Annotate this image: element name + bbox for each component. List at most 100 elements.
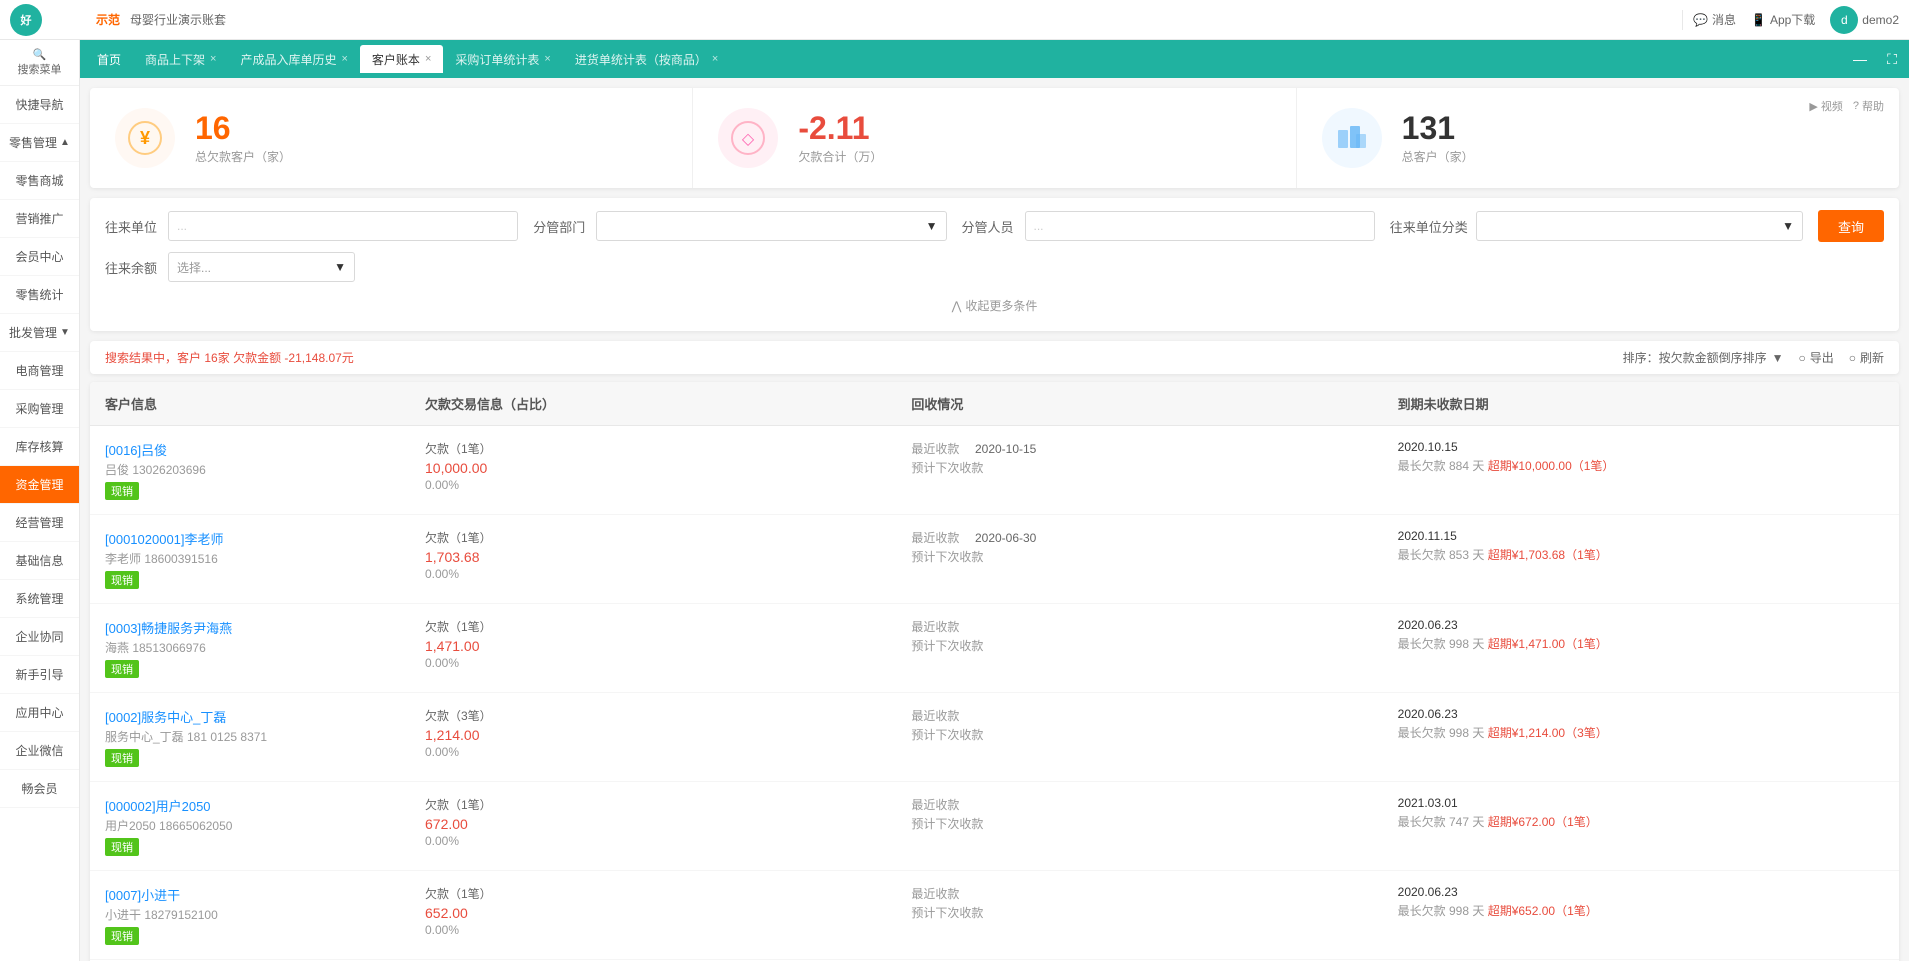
tab-close-products[interactable]: × [210, 53, 216, 65]
header-collection: 回收情况 [911, 392, 1397, 415]
tab-actions: — ⛶ [1848, 47, 1904, 71]
cell-overdue: 2020.06.23 最长欠款 998 天 超期¥1,471.00（1笔） [1398, 616, 1884, 654]
customer-phone: 李老师 18600391516 [105, 550, 425, 567]
customer-name-link[interactable]: [000002]用户2050 [105, 796, 425, 815]
message-btn[interactable]: 💬 消息 [1693, 11, 1736, 28]
tab-bar: 首页 商品上下架 × 产成品入库单历史 × 客户账本 × 采购订单统计表 × [80, 40, 1909, 78]
sidebar-item-batch-mgmt[interactable]: 批发管理 ▼ [0, 314, 79, 352]
chevron-down-icon: ▼ [1772, 351, 1784, 365]
help-link[interactable]: ? 帮助 [1853, 98, 1884, 114]
from-unit-input[interactable]: ... [168, 211, 518, 241]
cell-collection: 最近收款 预计下次收款 [911, 705, 1397, 745]
sidebar-item-system[interactable]: 系统管理 [0, 580, 79, 618]
stats-row: ¥ 16 总欠款客户（家） ◇ [90, 88, 1899, 188]
sidebar-item-basic[interactable]: 基础信息 [0, 542, 79, 580]
sidebar-item-wxwork[interactable]: 企业微信 [0, 732, 79, 770]
person-input[interactable]: ... [1025, 211, 1375, 241]
sidebar-item-retail-mgmt[interactable]: 零售管理 ▲ [0, 124, 79, 162]
export-btn[interactable]: ○ 导出 [1798, 349, 1833, 366]
logo-icon: 好 [10, 4, 42, 36]
stat-info-debt-customers: 16 总欠款客户（家） [195, 112, 291, 165]
sidebar-item-purchase[interactable]: 采购管理 [0, 390, 79, 428]
tab-home[interactable]: 首页 [85, 45, 133, 73]
collapse-btn[interactable]: ⋀ 收起更多条件 [952, 297, 1038, 314]
collection-latest: 最近收款 2020-10-15 [911, 440, 1397, 457]
collection-latest: 最近收款 2020-06-30 [911, 529, 1397, 546]
top-right: 💬 消息 📱 App下载 d demo2 [1693, 6, 1899, 34]
tab-purchase-order[interactable]: 采购订单统计表 × [443, 45, 562, 73]
customer-tag: 现销 [105, 927, 139, 945]
customer-name-link[interactable]: [0003]畅捷服务尹海燕 [105, 618, 425, 637]
sidebar-item-vip[interactable]: 畅会员 [0, 770, 79, 808]
tab-production[interactable]: 产成品入库单历史 × [228, 45, 359, 73]
filter-dept: 分管部门 ▼ [533, 211, 946, 241]
debt-amount-icon: ◇ [718, 108, 778, 168]
dept-select[interactable]: ▼ [596, 211, 946, 241]
tab-expand-btn[interactable]: ⛶ [1880, 47, 1904, 71]
sidebar-item-ecommerce[interactable]: 电商管理 [0, 352, 79, 390]
sidebar-item-inventory[interactable]: 库存核算 [0, 428, 79, 466]
debt-amount: 1,214.00 [425, 727, 911, 743]
stat-info-total-customers: 131 总客户（家） [1402, 112, 1474, 165]
top-bar: 好 示范 母婴行业演示账套 💬 消息 📱 App下载 d demo2 [0, 0, 1909, 40]
customer-name-link[interactable]: [0007]小进干 [105, 885, 425, 904]
content-area: 首页 商品上下架 × 产成品入库单历史 × 客户账本 × 采购订单统计表 × [80, 40, 1909, 961]
tab-minimize-btn[interactable]: — [1848, 47, 1872, 71]
cell-customer-info: [0003]畅捷服务尹海燕 海燕 18513066976 现销 [105, 616, 425, 680]
tab-close-customer-ledger[interactable]: × [425, 53, 431, 65]
sidebar-item-finance[interactable]: 资金管理 [0, 466, 79, 504]
cell-debt-info: 欠款（1笔） 652.00 0.00% [425, 883, 911, 939]
overdue-amount-link[interactable]: 超期¥1,703.68（1笔） [1488, 548, 1608, 562]
refresh-btn[interactable]: ○ 刷新 [1849, 349, 1884, 366]
sidebar-item-retail-mall[interactable]: 零售商城 [0, 162, 79, 200]
overdue-amount-link[interactable]: 超期¥1,471.00（1笔） [1488, 637, 1608, 651]
sidebar-item-member[interactable]: 会员中心 [0, 238, 79, 276]
debt-ratio: 0.00% [425, 745, 911, 759]
customer-phone: 用户2050 18665062050 [105, 817, 425, 834]
sidebar-item-apps[interactable]: 应用中心 [0, 694, 79, 732]
tab-customer-ledger[interactable]: 客户账本 × [360, 45, 443, 73]
tab-close-production[interactable]: × [341, 53, 347, 65]
debt-amount: 1,471.00 [425, 638, 911, 654]
tab-products[interactable]: 商品上下架 × [133, 45, 228, 73]
results-bar: 搜索结果中，客户 16家 欠款金额 -21,148.07元 排序：按欠款金额倒序… [90, 341, 1899, 374]
debt-customers-number: 16 [195, 112, 291, 144]
overdue-days: 最长欠款 998 天 超期¥1,214.00（3笔） [1398, 724, 1884, 741]
total-customers-icon [1322, 108, 1382, 168]
customer-name-link[interactable]: [0002]服务中心_丁磊 [105, 707, 425, 726]
sort-select[interactable]: 排序：按欠款金额倒序排序 ▼ [1623, 349, 1784, 366]
customer-name-link[interactable]: [0001020001]李老师 [105, 529, 425, 548]
debt-ratio: 0.00% [425, 656, 911, 670]
overdue-amount-link[interactable]: 超期¥672.00（1笔） [1488, 815, 1598, 829]
customer-name-link[interactable]: [0016]吕俊 [105, 440, 425, 459]
sidebar-item-marketing[interactable]: 营销推广 [0, 200, 79, 238]
collection-latest: 最近收款 [911, 618, 1397, 635]
customer-phone: 服务中心_丁磊 181 0125 8371 [105, 728, 425, 745]
sidebar-item-newbie[interactable]: 新手引导 [0, 656, 79, 694]
results-info: 搜索结果中，客户 16家 欠款金额 -21,148.07元 [105, 349, 354, 366]
tab-stock-stats[interactable]: 进货单统计表（按商品） × [563, 45, 730, 73]
balance-select[interactable]: 选择... ▼ [168, 252, 355, 282]
unit-category-select[interactable]: ▼ [1476, 211, 1803, 241]
sidebar-item-ops[interactable]: 经营管理 [0, 504, 79, 542]
sidebar-item-quick-nav[interactable]: 快捷导航 [0, 86, 79, 124]
svg-text:◇: ◇ [742, 131, 755, 148]
view-video-link[interactable]: ▶ 视频 [1809, 98, 1842, 114]
collection-next: 预计下次收款 [911, 904, 1397, 921]
sidebar-item-enterprise[interactable]: 企业协同 [0, 618, 79, 656]
search-button[interactable]: 查询 [1818, 210, 1884, 242]
sidebar-search[interactable]: 🔍 搜索菜单 [0, 40, 79, 86]
overdue-date: 2020.11.15 [1398, 529, 1884, 543]
user-avatar[interactable]: d demo2 [1830, 6, 1899, 34]
overdue-amount-link[interactable]: 超期¥1,214.00（3笔） [1488, 726, 1608, 740]
debt-amount-number: -2.11 [798, 112, 882, 144]
overdue-amount-link[interactable]: 超期¥10,000.00（1笔） [1488, 459, 1615, 473]
overdue-amount-link[interactable]: 超期¥652.00（1笔） [1488, 904, 1598, 918]
unit-category-label: 往来单位分类 [1390, 217, 1468, 236]
collection-next: 预计下次收款 [911, 459, 1397, 476]
tab-close-purchase-order[interactable]: × [544, 53, 550, 65]
sidebar-item-retail-stats[interactable]: 零售统计 [0, 276, 79, 314]
app-download-btn[interactable]: 📱 App下载 [1751, 11, 1815, 28]
tab-close-stock-stats[interactable]: × [712, 53, 718, 65]
debt-amount: 672.00 [425, 816, 911, 832]
